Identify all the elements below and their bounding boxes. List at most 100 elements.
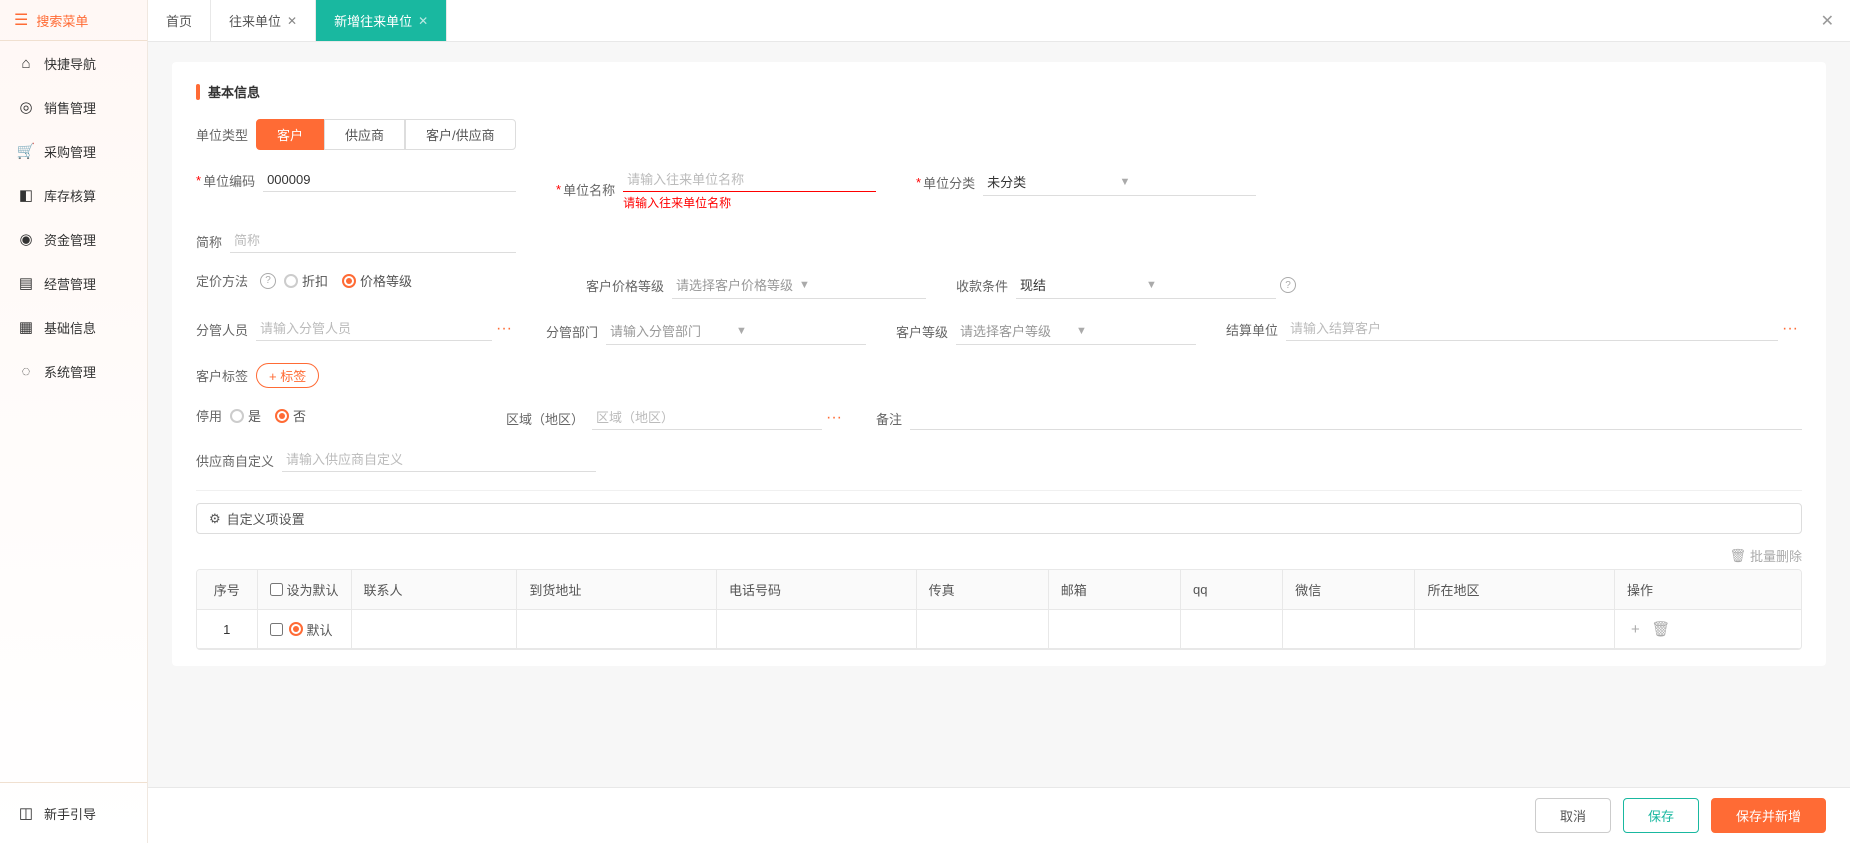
sidebar-item-label: 采购管理	[44, 142, 96, 161]
col-qq: qq	[1180, 570, 1282, 610]
settlement-unit-field: 结算单位 ···	[1226, 317, 1802, 341]
select-all-checkbox[interactable]	[270, 583, 283, 596]
department-chevron: ▼	[736, 325, 862, 337]
disabled-radio-group: 是 否	[230, 406, 306, 425]
sidebar-item-inventory[interactable]: ◧ 库存核算	[0, 173, 147, 217]
add-row-btn[interactable]: +	[1627, 619, 1644, 640]
tab-new-partner-close-icon[interactable]: ✕	[418, 14, 428, 28]
unit-code-label: 单位编码	[203, 171, 255, 190]
tab-new-partner[interactable]: 新增往来单位 ✕	[316, 0, 447, 41]
disabled-no-option[interactable]: 否	[275, 406, 306, 425]
col-wechat: 微信	[1283, 570, 1415, 610]
sidebar-search-label: 搜索菜单	[36, 11, 88, 30]
settlement-unit-ellipsis-btn[interactable]: ···	[1778, 320, 1802, 338]
pricing-row: 定价方法 ? 折扣 价格等级 客户价格等级	[196, 271, 1802, 299]
customer-level-field: 客户等级 请选择客户等级 ▼	[896, 317, 1196, 345]
row-checkbox[interactable]	[270, 623, 283, 636]
disabled-region-row: 停用 是 否 区域（地区） ···	[196, 406, 1802, 430]
cell-fax	[916, 610, 1048, 649]
unit-type-customer-btn[interactable]: 客户	[256, 119, 324, 150]
col-fax: 传真	[916, 570, 1048, 610]
customer-level-select[interactable]: 请选择客户等级 ▼	[956, 317, 1196, 345]
save-add-button[interactable]: 保存并新增	[1711, 798, 1826, 833]
pricing-discount-option[interactable]: 折扣	[284, 271, 328, 290]
supplier-custom-input[interactable]	[282, 448, 596, 472]
disabled-label: 停用	[196, 406, 222, 425]
remark-input[interactable]	[910, 406, 1802, 430]
cell-phone	[716, 610, 916, 649]
sidebar-bottom: ◫ 新手引导	[0, 782, 147, 843]
delete-icon: 🗑	[1729, 548, 1746, 564]
pricing-help-icon[interactable]: ?	[260, 273, 276, 289]
default-radio	[289, 622, 303, 636]
pricing-discount-radio	[284, 274, 298, 288]
disabled-yes-option[interactable]: 是	[230, 406, 261, 425]
manager-label: 分管人员	[196, 320, 248, 339]
payment-terms-label: 收款条件	[956, 276, 1008, 295]
cancel-button[interactable]: 取消	[1535, 798, 1611, 833]
region-input[interactable]	[592, 406, 822, 430]
custom-settings-button[interactable]: ⚙ 自定义项设置	[196, 503, 1802, 534]
col-default: 设为默认	[257, 570, 351, 610]
default-radio-item[interactable]: 默认	[289, 620, 333, 639]
customer-price-level-select[interactable]: 请选择客户价格等级 ▼	[672, 271, 926, 299]
contact-table: 序号 设为默认 联系人 到货地址 电话号码 传真 邮箱	[196, 569, 1802, 650]
home-icon: ⌂	[16, 53, 36, 73]
unit-type-supplier-btn[interactable]: 供应商	[324, 119, 405, 150]
pricing-level-option[interactable]: 价格等级	[342, 271, 412, 290]
unit-type-row: 单位类型 客户 供应商 客户/供应商	[196, 119, 1802, 150]
sidebar-item-system[interactable]: ◌ 系统管理	[0, 349, 147, 393]
tab-home[interactable]: 首页	[148, 0, 211, 41]
unit-category-select[interactable]: 未分类 ▼	[983, 168, 1256, 196]
settlement-unit-input[interactable]	[1286, 317, 1778, 341]
sidebar-item-label: 销售管理	[44, 98, 96, 117]
cell-action: + 🗑	[1615, 610, 1801, 649]
customer-level-placeholder: 请选择客户等级	[960, 321, 1076, 340]
sidebar-item-quick-nav[interactable]: ⌂ 快捷导航	[0, 41, 147, 85]
guide-icon: ◫	[16, 803, 36, 823]
pricing-method-field: 定价方法 ? 折扣 价格等级	[196, 271, 556, 290]
sidebar-item-sales[interactable]: ◎ 销售管理	[0, 85, 147, 129]
region-ellipsis-btn[interactable]: ···	[822, 409, 846, 427]
unit-name-input[interactable]	[623, 168, 876, 192]
sidebar-item-label: 系统管理	[44, 362, 96, 381]
sidebar-item-purchase[interactable]: 🛒 采购管理	[0, 129, 147, 173]
sidebar-item-finance[interactable]: ◉ 资金管理	[0, 217, 147, 261]
manager-ellipsis-btn[interactable]: ···	[492, 320, 516, 338]
gear-icon: ⚙	[209, 511, 221, 527]
sidebar-item-operation[interactable]: ▤ 经营管理	[0, 261, 147, 305]
disabled-yes-label: 是	[248, 406, 261, 425]
payment-terms-field: 收款条件 现结 ▼ ?	[956, 271, 1296, 299]
unit-type-label: 单位类型	[196, 125, 248, 144]
unit-type-both-btn[interactable]: 客户/供应商	[405, 119, 516, 150]
unit-code-input[interactable]	[263, 168, 516, 192]
sidebar-item-basic[interactable]: ▦ 基础信息	[0, 305, 147, 349]
cell-default: 默认	[257, 610, 351, 649]
sidebar-item-guide[interactable]: ◫ 新手引导	[0, 791, 147, 835]
tab-partner[interactable]: 往来单位 ✕	[211, 0, 316, 41]
payment-terms-help-icon[interactable]: ?	[1280, 277, 1296, 293]
save-button[interactable]: 保存	[1623, 798, 1699, 833]
disabled-yes-radio	[230, 409, 244, 423]
short-name-field: 简称	[196, 229, 516, 253]
remark-label: 备注	[876, 409, 902, 428]
default-label: 默认	[307, 620, 333, 639]
unit-category-required: *	[916, 175, 921, 190]
delete-row-btn[interactable]: 🗑	[1647, 618, 1674, 640]
sidebar-search[interactable]: ☰ 搜索菜单	[0, 0, 147, 41]
tag-add-button[interactable]: + 标签	[256, 363, 319, 388]
bulk-delete-row: 🗑 批量删除	[196, 546, 1802, 565]
manager-input[interactable]	[256, 317, 492, 341]
payment-terms-select[interactable]: 现结 ▼	[1016, 271, 1276, 299]
unit-name-error: 请输入往来单位名称	[623, 194, 876, 211]
pricing-level-radio	[342, 274, 356, 288]
window-close-button[interactable]: ✕	[1805, 0, 1850, 41]
customer-tag-field: 客户标签 + 标签	[196, 363, 1802, 388]
system-icon: ◌	[16, 361, 36, 381]
bulk-delete-button[interactable]: 🗑 批量删除	[1729, 546, 1802, 565]
short-name-input[interactable]	[230, 229, 516, 253]
sidebar-item-label: 经营管理	[44, 274, 96, 293]
tab-partner-close-icon[interactable]: ✕	[287, 14, 297, 28]
section-header: 基本信息	[196, 82, 1802, 101]
department-select[interactable]: 请输入分管部门 ▼	[606, 317, 866, 345]
